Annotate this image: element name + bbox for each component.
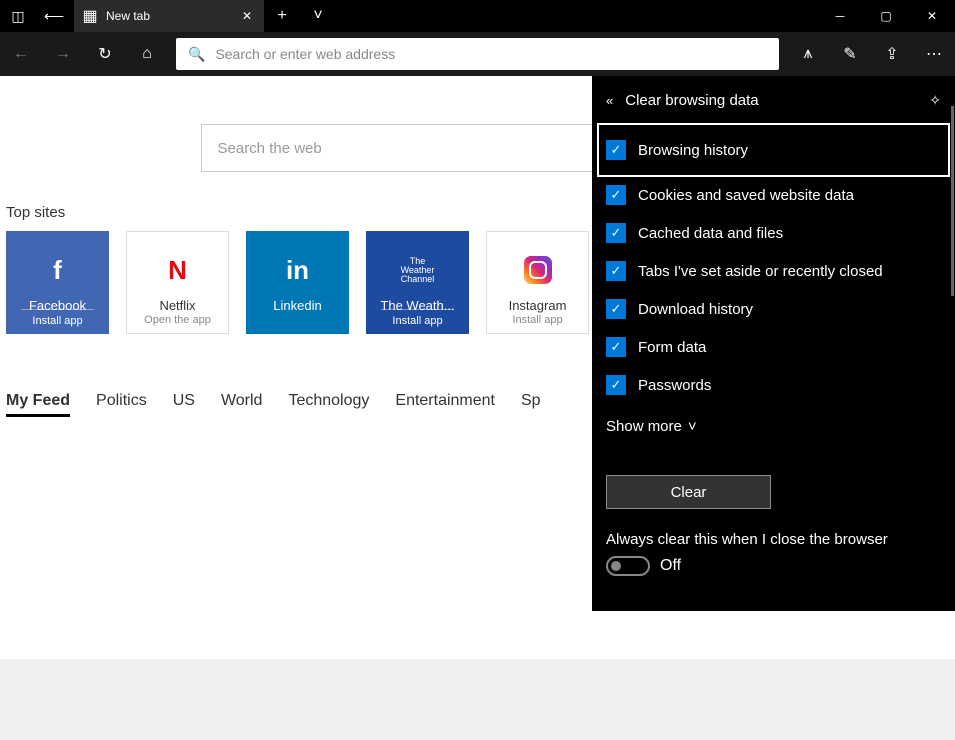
checkbox-label: Form data [638, 339, 706, 356]
toolbar: ← → ↻ ⌂ 🔍 Search or enter web address ⩚ … [0, 32, 955, 76]
checkbox-label: Cached data and files [638, 225, 783, 242]
maximize-button[interactable]: ▢ [863, 0, 909, 32]
tab-dropdown-icon[interactable]: ˅ [300, 7, 336, 25]
address-placeholder: Search or enter web address [215, 46, 395, 62]
checkbox-cookies[interactable]: ✓ Cookies and saved website data [592, 176, 955, 214]
checkbox-cached[interactable]: ✓ Cached data and files [592, 214, 955, 252]
back-button[interactable]: ← [0, 32, 42, 76]
more-icon[interactable]: ⋯ [913, 32, 955, 76]
feed-tab-entertainment[interactable]: Entertainment [395, 392, 495, 417]
titlebar-left: ◫ ⟵ ▦ New tab ✕ + ˅ [0, 0, 336, 32]
web-search-placeholder: Search the web [218, 140, 322, 157]
tile-action: Install app [21, 309, 93, 327]
feed-tab-myfeed[interactable]: My Feed [6, 392, 70, 417]
show-more-label: Show more [606, 418, 682, 435]
window-controls: ─ ▢ ✕ [817, 0, 955, 32]
checkbox-icon: ✓ [606, 140, 626, 160]
tile-label: Instagram [509, 298, 567, 313]
feed-tab-technology[interactable]: Technology [288, 392, 369, 417]
show-more-button[interactable]: Show more ˅ [592, 404, 955, 435]
always-clear-toggle-row: Off [592, 548, 955, 576]
search-icon: 🔍 [188, 46, 205, 63]
tile-label: Linkedin [273, 298, 321, 313]
home-button[interactable]: ⌂ [126, 32, 168, 76]
scrollbar[interactable] [951, 106, 954, 296]
always-clear-toggle[interactable] [606, 556, 650, 576]
feed-tab-sports[interactable]: Sp [521, 392, 541, 417]
tile-instagram[interactable]: Instagram Install app [486, 231, 589, 334]
checkbox-label: Passwords [638, 377, 711, 394]
checkbox-label: Browsing history [638, 142, 748, 159]
browser-tab[interactable]: ▦ New tab ✕ [74, 0, 264, 32]
tabs-preview-icon[interactable]: ⟵ [36, 0, 72, 32]
checkbox-label: Download history [638, 301, 753, 318]
tile-label: Netflix [159, 298, 195, 313]
close-tab-icon[interactable]: ✕ [238, 9, 256, 23]
share-icon[interactable]: ⇪ [871, 32, 913, 76]
checkbox-browsing-history[interactable]: ✓ Browsing history [598, 124, 949, 176]
tile-action: Open the app [144, 314, 211, 326]
clear-browsing-data-panel: « Clear browsing data ✧ ✓ Browsing histo… [592, 76, 955, 611]
linkedin-icon: in [280, 252, 316, 288]
checkbox-tabs-aside[interactable]: ✓ Tabs I've set aside or recently closed [592, 252, 955, 290]
address-bar[interactable]: 🔍 Search or enter web address [176, 38, 779, 70]
panel-header: « Clear browsing data ✧ [592, 76, 955, 124]
close-window-button[interactable]: ✕ [909, 0, 955, 32]
clear-button[interactable]: Clear [606, 475, 771, 509]
favorites-icon[interactable]: ⩚ [787, 32, 829, 76]
panel-back-icon[interactable]: « [606, 93, 613, 108]
checkbox-form-data[interactable]: ✓ Form data [592, 328, 955, 366]
titlebar: ◫ ⟵ ▦ New tab ✕ + ˅ ─ ▢ ✕ [0, 0, 955, 32]
minimize-button[interactable]: ─ [817, 0, 863, 32]
checkbox-label: Cookies and saved website data [638, 187, 854, 204]
tile-action: Install app [512, 314, 562, 326]
tile-facebook[interactable]: f Facebook Install app [6, 231, 109, 334]
tile-action: Install app [381, 309, 453, 327]
tile-linkedin[interactable]: in Linkedin [246, 231, 349, 334]
checkbox-passwords[interactable]: ✓ Passwords [592, 366, 955, 404]
tile-weather[interactable]: TheWeatherChannel The Weath... Install a… [366, 231, 469, 334]
feed-tab-world[interactable]: World [221, 392, 263, 417]
clear-button-label: Clear [671, 484, 707, 501]
checkbox-icon: ✓ [606, 375, 626, 395]
checkbox-icon: ✓ [606, 223, 626, 243]
toggle-state-label: Off [660, 557, 681, 575]
tab-favicon: ▦ [82, 8, 98, 24]
notes-icon[interactable]: ✎ [829, 32, 871, 76]
tab-title: New tab [106, 9, 238, 23]
refresh-button[interactable]: ↻ [84, 32, 126, 76]
new-tab-button[interactable]: + [264, 7, 300, 25]
checkbox-download-history[interactable]: ✓ Download history [592, 290, 955, 328]
feed-tab-us[interactable]: US [173, 392, 195, 417]
checkbox-icon: ✓ [606, 337, 626, 357]
toggle-knob [611, 561, 621, 571]
facebook-icon: f [40, 252, 76, 288]
tabs-aside-icon[interactable]: ◫ [0, 0, 36, 32]
checkbox-icon: ✓ [606, 185, 626, 205]
chevron-down-icon: ˅ [688, 418, 697, 435]
feed-tab-politics[interactable]: Politics [96, 392, 147, 417]
netflix-icon: N [160, 252, 196, 288]
weather-channel-icon: TheWeatherChannel [400, 252, 436, 288]
instagram-icon [520, 252, 556, 288]
checkbox-icon: ✓ [606, 299, 626, 319]
forward-button[interactable]: → [42, 32, 84, 76]
tile-netflix[interactable]: N Netflix Open the app [126, 231, 229, 334]
pin-icon[interactable]: ✧ [929, 92, 941, 109]
always-clear-label: Always clear this when I close the brows… [592, 509, 955, 548]
panel-title: Clear browsing data [625, 92, 758, 109]
checkbox-icon: ✓ [606, 261, 626, 281]
checkbox-label: Tabs I've set aside or recently closed [638, 263, 883, 280]
